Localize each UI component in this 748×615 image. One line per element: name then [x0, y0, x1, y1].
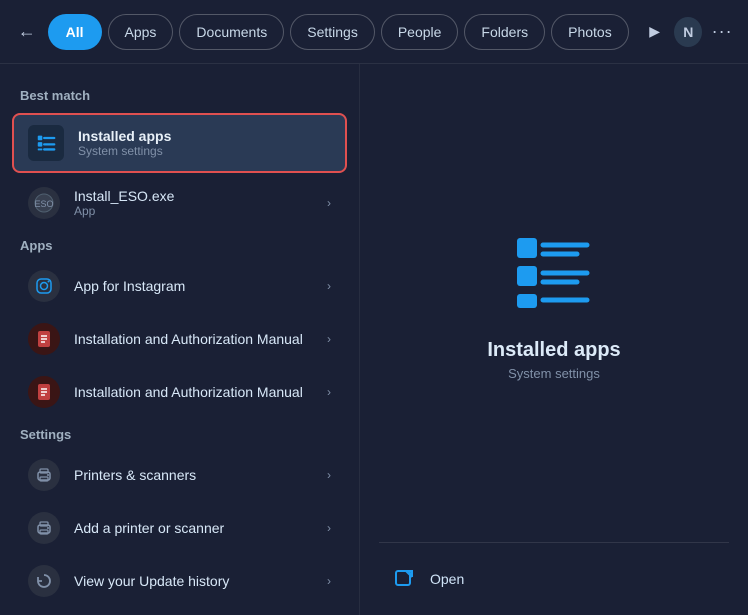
auth-manual-1-title: Installation and Authorization Manual [74, 331, 313, 347]
play-icon: ▶ [649, 23, 660, 40]
install-eso-sub: App [74, 204, 313, 218]
user-avatar[interactable]: N [674, 17, 702, 47]
right-top: Installed apps System settings [360, 64, 748, 542]
tab-photos[interactable]: Photos [551, 14, 629, 50]
instagram-icon [28, 270, 60, 302]
tab-people[interactable]: People [381, 14, 459, 50]
best-match-item[interactable]: Installed apps System settings [12, 113, 347, 173]
install-eso-icon: ESO [28, 187, 60, 219]
svg-text:ESO: ESO [34, 199, 53, 209]
auth-manual-2-item[interactable]: Installation and Authorization Manual › [8, 366, 351, 418]
update-history-item[interactable]: View your Update history › [8, 555, 351, 607]
left-panel: Best match Installed apps System setting… [0, 64, 360, 615]
best-match-sub: System settings [78, 144, 171, 158]
best-match-title: Installed apps [78, 128, 171, 144]
install-eso-item[interactable]: ESO Install_ESO.exe App › [8, 177, 351, 229]
right-panel: Installed apps System settings Open [360, 64, 748, 615]
install-eso-svg-icon: ESO [34, 193, 54, 213]
open-label: Open [430, 571, 464, 587]
auth-manual-2-title: Installation and Authorization Manual [74, 384, 313, 400]
main-layout: Best match Installed apps System setting… [0, 64, 748, 615]
installed-apps-large-svg-icon [509, 226, 599, 316]
auth-manual-2-text: Installation and Authorization Manual [74, 384, 313, 400]
chevron-right-icon: › [327, 468, 331, 482]
update-history-icon [28, 565, 60, 597]
instagram-title: App for Instagram [74, 278, 313, 294]
back-icon: ← [18, 21, 36, 42]
more-icon: ··· [712, 21, 733, 42]
printers-icon [28, 459, 60, 491]
settings-section-label: Settings [0, 419, 359, 448]
tab-all[interactable]: All [48, 14, 102, 50]
install-eso-title: Install_ESO.exe [74, 188, 313, 204]
app-icon-large [509, 226, 599, 321]
open-icon [390, 565, 418, 593]
printers-title: Printers & scanners [74, 467, 313, 483]
play-button[interactable]: ▶ [641, 17, 669, 47]
chevron-right-icon: › [327, 332, 331, 346]
chevron-right-icon: › [327, 385, 331, 399]
tab-settings[interactable]: Settings [290, 14, 375, 50]
update-history-text: View your Update history [74, 573, 313, 589]
best-match-section-label: Best match [0, 80, 359, 109]
auth-manual-1-text: Installation and Authorization Manual [74, 331, 313, 347]
apps-section-label: Apps [0, 230, 359, 259]
open-action[interactable]: Open [390, 559, 718, 599]
best-match-text: Installed apps System settings [78, 128, 171, 158]
installed-apps-svg-icon [35, 132, 57, 154]
instagram-text: App for Instagram [74, 278, 313, 294]
update-history-title: View your Update history [74, 573, 313, 589]
chevron-right-icon: › [327, 574, 331, 588]
back-button[interactable]: ← [12, 16, 42, 48]
update-history-svg-icon [34, 571, 54, 591]
auth-manual-2-svg-icon [34, 382, 54, 402]
install-eso-text: Install_ESO.exe App [74, 188, 313, 218]
open-svg-icon [393, 568, 415, 590]
printers-item[interactable]: Printers & scanners › [8, 449, 351, 501]
auth-manual-1-icon [28, 323, 60, 355]
add-printer-text: Add a printer or scanner [74, 520, 313, 536]
right-bottom: Open [360, 543, 748, 615]
more-button[interactable]: ··· [708, 17, 736, 47]
top-nav: ← All Apps Documents Settings People Fol… [0, 0, 748, 64]
chevron-right-icon: › [327, 196, 331, 210]
add-printer-svg-icon [34, 518, 54, 538]
chevron-right-icon: › [327, 279, 331, 293]
app-instagram-item[interactable]: App for Instagram › [8, 260, 351, 312]
auth-manual-2-icon [28, 376, 60, 408]
add-printer-title: Add a printer or scanner [74, 520, 313, 536]
tab-documents[interactable]: Documents [179, 14, 284, 50]
app-title-large: Installed apps [487, 339, 620, 362]
tab-folders[interactable]: Folders [464, 14, 545, 50]
tab-apps[interactable]: Apps [108, 14, 174, 50]
printers-text: Printers & scanners [74, 467, 313, 483]
add-printer-icon [28, 512, 60, 544]
auth-manual-1-item[interactable]: Installation and Authorization Manual › [8, 313, 351, 365]
add-printer-item[interactable]: Add a printer or scanner › [8, 502, 351, 554]
auth-manual-1-svg-icon [34, 329, 54, 349]
chevron-right-icon: › [327, 521, 331, 535]
app-sub-large: System settings [508, 366, 600, 381]
instagram-svg-icon [34, 276, 54, 296]
printers-svg-icon [34, 465, 54, 485]
installed-apps-icon [28, 125, 64, 161]
